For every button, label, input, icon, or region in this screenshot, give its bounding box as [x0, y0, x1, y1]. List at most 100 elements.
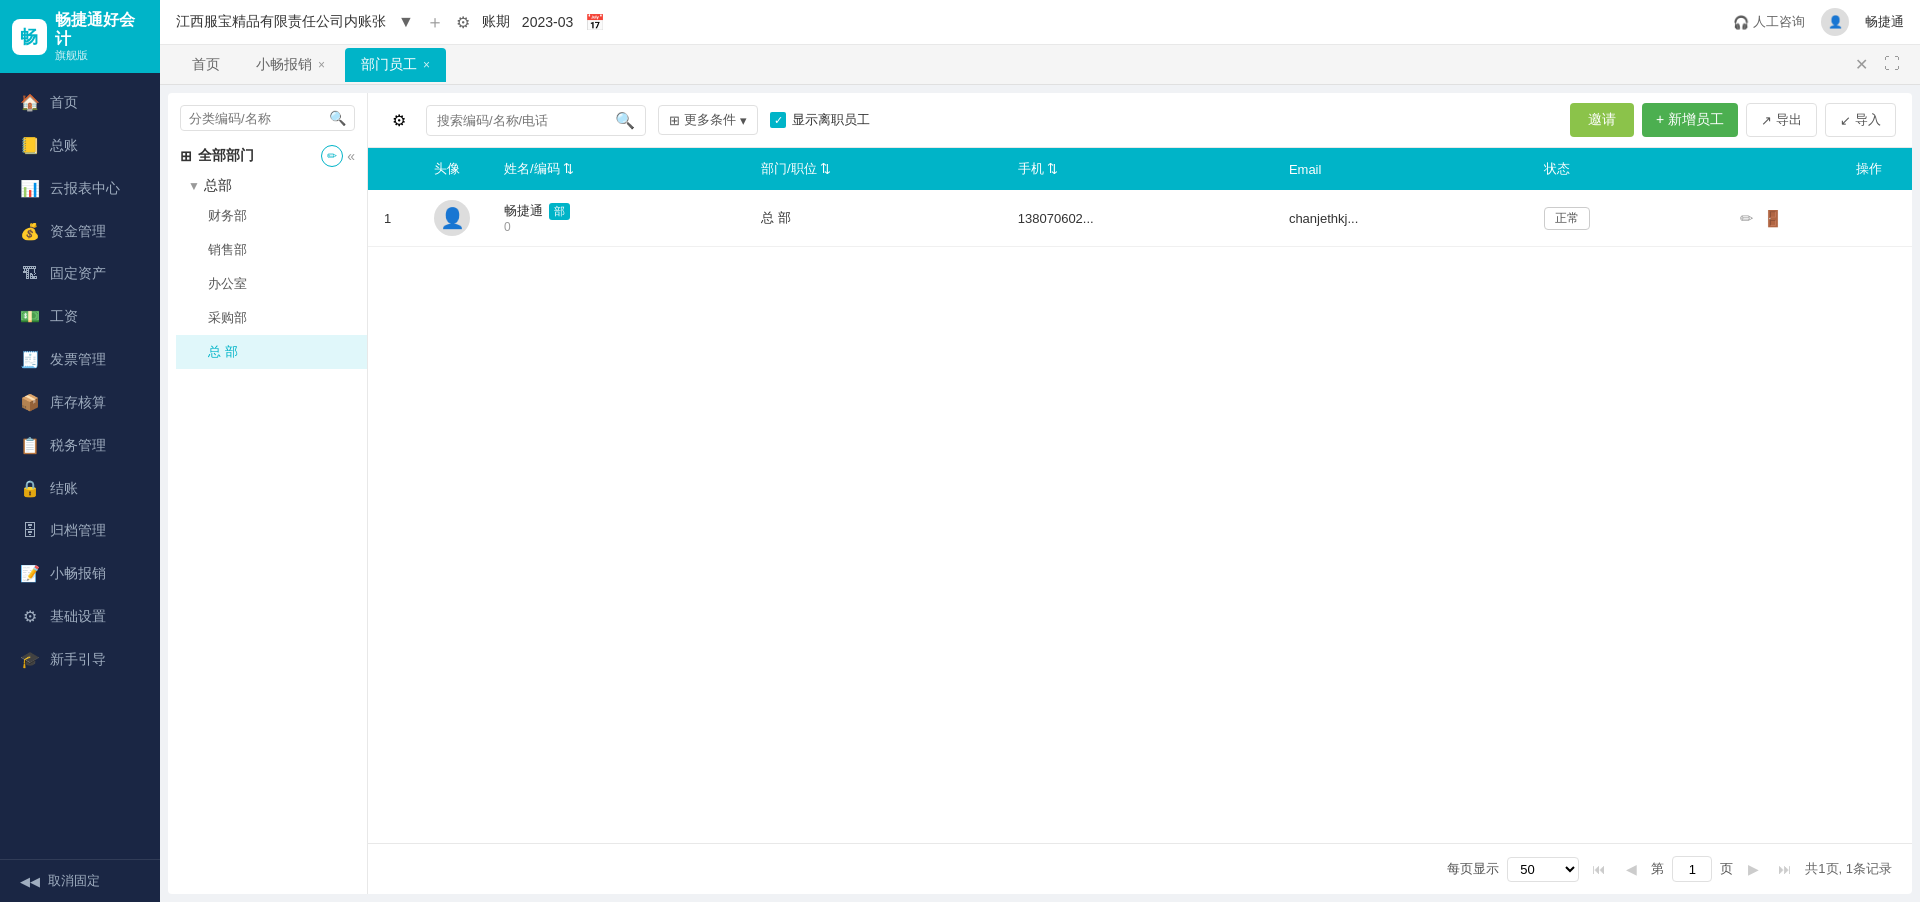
col-action: 操作	[1724, 148, 1912, 190]
page-word: 第	[1651, 860, 1664, 878]
cell-name: 畅捷通 部 0	[488, 190, 745, 247]
dept-tree: ▼ 总部 财务部 销售部 办公室 采购部 总 部	[168, 173, 367, 369]
dept-panel: 🔍 ⊞ 全部部门 ✏ « ▼ 总部 财务部 销售部 办公室	[168, 93, 368, 894]
sidebar-item-guide[interactable]: 🎓新手引导	[0, 638, 160, 681]
tab-close-expense[interactable]: ×	[318, 58, 325, 72]
page-label: 页	[1720, 860, 1733, 878]
expense-icon: 📝	[20, 564, 40, 583]
sidebar-item-tax[interactable]: 📋税务管理	[0, 424, 160, 467]
dept-item-sales[interactable]: 销售部	[176, 233, 367, 267]
sidebar-item-assets[interactable]: 🏗固定资产	[0, 253, 160, 295]
sidebar-item-settings[interactable]: ⚙基础设置	[0, 595, 160, 638]
cell-phone: 138070602...	[1002, 190, 1273, 247]
employee-search-box[interactable]: 🔍	[426, 105, 646, 136]
company-name: 江西服宝精品有限责任公司内账张	[176, 13, 386, 31]
settings-col-icon[interactable]: ⚙	[384, 111, 414, 130]
edit-employee-button[interactable]: ✏	[1740, 209, 1753, 228]
inventory-icon: 📦	[20, 393, 40, 412]
cell-num: 1	[368, 190, 418, 247]
company-dropdown-icon[interactable]: ▼	[398, 13, 414, 31]
sidebar-item-close[interactable]: 🔒结账	[0, 467, 160, 510]
dept-collapse-icon[interactable]: «	[347, 148, 355, 164]
dept-header-icons: ✏ «	[321, 145, 355, 167]
logout-employee-button[interactable]: 🚪	[1763, 209, 1783, 228]
dept-item-general[interactable]: 总 部	[176, 335, 367, 369]
archive-icon: 🗄	[20, 522, 40, 540]
tab-employees[interactable]: 部门员工 ×	[345, 48, 446, 82]
col-email: Email	[1273, 148, 1528, 190]
home-icon: 🏠	[20, 93, 40, 112]
settings-icon: ⚙	[20, 607, 40, 626]
employee-name: 畅捷通	[504, 202, 543, 220]
tab-label-employees: 部门员工	[361, 56, 417, 74]
next-page-button[interactable]: ▶	[1741, 857, 1765, 881]
sidebar-item-label-invoice: 发票管理	[50, 351, 106, 369]
ledger-icon: 📒	[20, 136, 40, 155]
dept-edit-button[interactable]: ✏	[321, 145, 343, 167]
sidebar-item-salary[interactable]: 💵 工资	[0, 295, 160, 338]
dept-search-input[interactable]	[189, 111, 325, 126]
close-all-tab-button[interactable]: ✕	[1851, 51, 1872, 78]
tab-close-employees[interactable]: ×	[423, 58, 430, 72]
sidebar-item-reports[interactable]: 📊云报表中心	[0, 167, 160, 210]
sidebar-item-label-home: 首页	[50, 94, 78, 112]
add-employee-button[interactable]: + 新增员工	[1642, 103, 1738, 137]
dept-item-office[interactable]: 办公室	[176, 267, 367, 301]
action-icons: ✏ 🚪	[1740, 209, 1896, 228]
sidebar-item-label-assets: 固定资产	[50, 265, 106, 283]
employee-search-input[interactable]	[437, 113, 609, 128]
col-name[interactable]: 姓名/编码 ⇅	[488, 148, 745, 190]
sidebar: 畅 畅捷通好会计 旗舰版 🏠首页📒总账📊云报表中心💰资金管理🏗固定资产💵工资🧾发…	[0, 0, 160, 902]
avatar: 👤	[434, 200, 470, 236]
table-row: 1 👤 畅捷通 部 0 总 部 138070602... chanjethkj.…	[368, 190, 1912, 247]
service-button[interactable]: 🎧 人工咨询	[1733, 13, 1805, 31]
dept-item-purchase[interactable]: 采购部	[176, 301, 367, 335]
all-dept-header[interactable]: ⊞ 全部部门 ✏ «	[168, 139, 367, 173]
last-page-button[interactable]: ⏭	[1773, 857, 1797, 881]
export-icon: ↗	[1761, 113, 1772, 128]
settings-icon[interactable]: ⚙	[456, 13, 470, 32]
page-total: 共1页, 1条记录	[1805, 860, 1892, 878]
employee-table-wrap: 头像 姓名/编码 ⇅ 部门/职位 ⇅ 手机 ⇅ Email 状态	[368, 148, 1912, 843]
tab-expense[interactable]: 小畅报销×	[240, 48, 341, 82]
col-dept[interactable]: 部门/职位 ⇅	[745, 148, 1002, 190]
sidebar-nav: 🏠 首页 📒总账📊云报表中心💰资金管理🏗固定资产 💵 工资 🧾 发票管理 📦库存核算📋税务管理…	[0, 73, 160, 859]
sidebar-item-label-salary: 工资	[50, 308, 78, 326]
export-button[interactable]: ↗ 导出	[1746, 103, 1817, 137]
dept-group-head: ▼ 总部	[176, 173, 367, 199]
sidebar-item-inventory[interactable]: 📦库存核算	[0, 381, 160, 424]
tab-home[interactable]: 首页	[176, 48, 236, 82]
more-filter-button[interactable]: ⊞ 更多条件 ▾	[658, 105, 758, 135]
calendar-icon[interactable]: 📅	[585, 13, 605, 32]
add-company-button[interactable]: ＋	[426, 10, 444, 34]
sidebar-item-expense[interactable]: 📝 小畅报销	[0, 552, 160, 595]
sidebar-item-invoice[interactable]: 🧾 发票管理	[0, 338, 160, 381]
sidebar-item-label-close: 结账	[50, 480, 78, 498]
prev-page-button[interactable]: ◀	[1619, 857, 1643, 881]
filter-chevron-icon: ▾	[740, 113, 747, 128]
employee-search-icon: 🔍	[615, 111, 635, 130]
dept-badge: 部	[549, 203, 570, 220]
cell-avatar: 👤	[418, 190, 488, 247]
sidebar-item-label-funds: 资金管理	[50, 223, 106, 241]
sidebar-item-archive[interactable]: 🗄归档管理	[0, 510, 160, 552]
invoice-icon: 🧾	[20, 350, 40, 369]
cancel-pin-button[interactable]: ◀◀ 取消固定	[0, 859, 160, 902]
page-number-input[interactable]	[1672, 856, 1712, 882]
import-button[interactable]: ↙ 导入	[1825, 103, 1896, 137]
page-size-select[interactable]: 50 100 200	[1507, 857, 1579, 882]
col-phone[interactable]: 手机 ⇅	[1002, 148, 1273, 190]
dept-item-finance[interactable]: 财务部	[176, 199, 367, 233]
sidebar-item-ledger[interactable]: 📒总账	[0, 124, 160, 167]
sidebar-item-funds[interactable]: 💰资金管理	[0, 210, 160, 253]
first-page-button[interactable]: ⏮	[1587, 857, 1611, 881]
salary-icon: 💵	[20, 307, 40, 326]
invite-button[interactable]: 邀请	[1570, 103, 1634, 137]
sidebar-item-home[interactable]: 🏠 首页	[0, 81, 160, 124]
logo-icon: 畅	[12, 19, 47, 55]
dept-search-box[interactable]: 🔍	[180, 105, 355, 131]
sidebar-item-label-reports: 云报表中心	[50, 180, 120, 198]
show-resigned-checkbox[interactable]: ✓ 显示离职员工	[770, 111, 870, 129]
expand-tab-button[interactable]: ⛶	[1880, 51, 1904, 78]
sidebar-item-label-expense: 小畅报销	[50, 565, 106, 583]
